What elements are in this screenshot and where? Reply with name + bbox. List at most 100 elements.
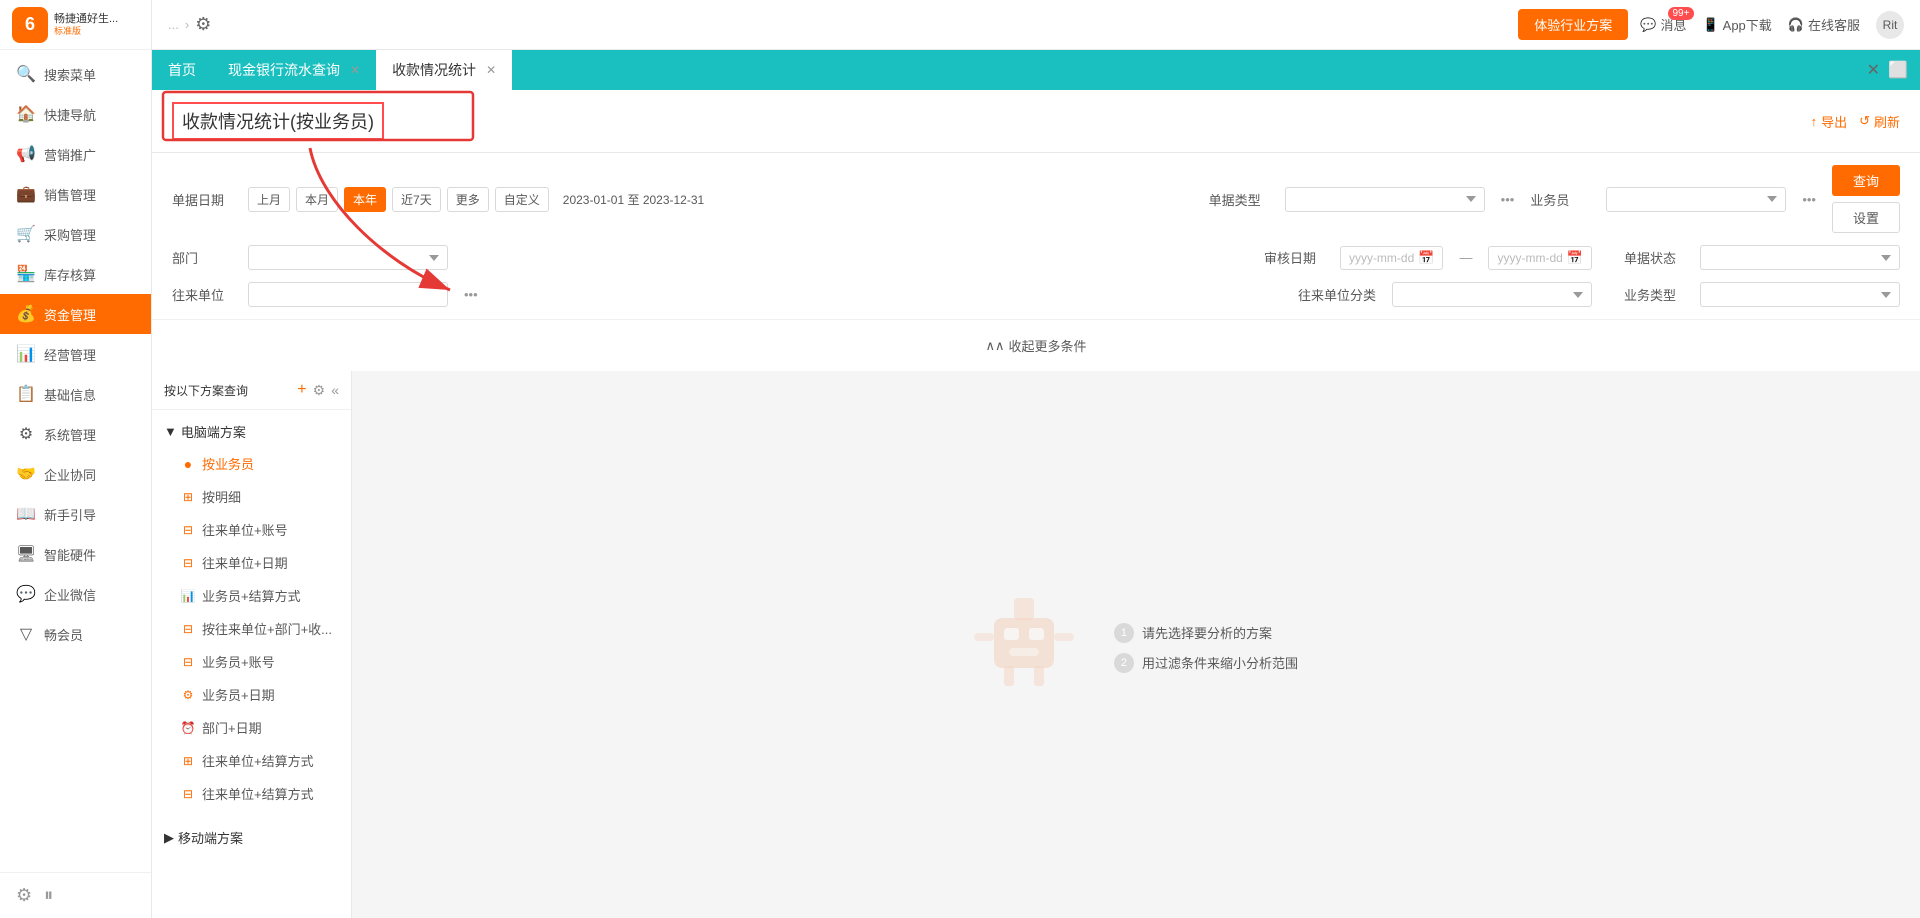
scheme-item-unit-account[interactable]: ⊟ 往来单位+账号 (152, 513, 351, 546)
date-btn-this-month[interactable]: 本月 (296, 187, 338, 212)
sidebar-footer: ⚙ ⏸ (0, 872, 151, 918)
collapse-icon: ∧∧ (985, 338, 1004, 354)
maximize-window-icon[interactable]: ⬜ (1888, 60, 1908, 80)
scheme-item-unit-dept-collect[interactable]: ⊟ 按往来单位+部门+收... (152, 612, 351, 645)
user-avatar[interactable]: Rit (1876, 11, 1904, 39)
sidebar-item-search[interactable]: 🔍 搜索菜单 (0, 54, 151, 94)
inventory-icon: 🏪 (16, 264, 36, 284)
bill-status-select[interactable] (1700, 245, 1900, 270)
sidebar-item-label: 企业微信 (44, 585, 96, 604)
sidebar-item-hardware[interactable]: 🖥 智能硬件 (0, 534, 151, 574)
scheme-item-salesman-account[interactable]: ⊟ 业务员+账号 (152, 645, 351, 678)
enterprise-icon: 🤝 (16, 464, 36, 484)
service-button[interactable]: 🎧 在线客服 (1788, 15, 1860, 34)
sidebar-item-label: 销售管理 (44, 185, 96, 204)
sidebar-item-enterprise[interactable]: 🤝 企业协同 (0, 454, 151, 494)
bill-type-select[interactable] (1285, 187, 1485, 212)
counterpart-more-icon[interactable]: ••• (464, 287, 478, 302)
tip-item-1: 1 请先选择要分析的方案 (1114, 623, 1298, 643)
scheme-item-by-salesman[interactable]: ● 按业务员 (152, 447, 351, 480)
collapse-button[interactable]: ∧∧ 收起更多条件 (985, 336, 1086, 355)
app-label: App下载 (1723, 15, 1772, 34)
date-btn-custom[interactable]: 自定义 (495, 187, 549, 212)
date-btn-last-month[interactable]: 上月 (248, 187, 290, 212)
settings-icon[interactable]: ⚙ (16, 885, 32, 906)
scheme-collapse-icon[interactable]: « (331, 382, 339, 398)
set-button[interactable]: 设置 (1832, 202, 1900, 233)
scheme-item-salesman-payment[interactable]: 📊 业务员+结算方式 (152, 579, 351, 612)
bill-type-more-icon[interactable]: ••• (1501, 192, 1515, 207)
tip-text-1: 请先选择要分析的方案 (1142, 623, 1272, 642)
trial-button[interactable]: 体验行业方案 (1518, 9, 1628, 40)
sidebar-item-label: 畅会员 (44, 625, 83, 644)
sidebar-item-member[interactable]: ▽ 畅会员 (0, 614, 151, 654)
sidebar-item-basics[interactable]: 📋 基础信息 (0, 374, 151, 414)
sidebar-item-guide[interactable]: 📖 新手引导 (0, 494, 151, 534)
sidebar-item-system[interactable]: ⚙ 系统管理 (0, 414, 151, 454)
salesman-select[interactable] (1606, 187, 1786, 212)
review-date-end[interactable]: yyyy-mm-dd 📅 (1488, 246, 1592, 270)
app-download-button[interactable]: 📱 App下载 (1702, 15, 1771, 34)
sidebar-item-sales[interactable]: 💼 销售管理 (0, 174, 151, 214)
salesman-select-wrapper (1606, 187, 1786, 212)
scheme-item-salesman-date[interactable]: ⚙ 业务员+日期 (152, 678, 351, 711)
date-btn-more[interactable]: 更多 (447, 187, 489, 212)
dept-select-wrapper (248, 245, 448, 270)
home-icon: 🏠 (16, 104, 36, 124)
sidebar-item-inventory[interactable]: 🏪 库存核算 (0, 254, 151, 294)
scheme-item-label: 部门+日期 (202, 718, 262, 737)
bill-status-select-wrapper (1700, 245, 1900, 270)
sidebar-item-wechat[interactable]: 💬 企业微信 (0, 574, 151, 614)
dept-select[interactable] (248, 245, 448, 270)
page-header: 收款情况统计(按业务员) ↑ 导出 ↺ 刷新 (152, 90, 1920, 153)
scheme-settings-icon[interactable]: ⚙ (313, 382, 326, 399)
sidebar-item-purchase[interactable]: 🛒 采购管理 (0, 214, 151, 254)
scheme-item-unit-pay1-icon: ⊞ (180, 753, 196, 769)
message-button[interactable]: 💬 消息 99+ (1640, 15, 1686, 34)
review-date-start[interactable]: yyyy-mm-dd 📅 (1340, 246, 1444, 270)
purchase-icon: 🛒 (16, 224, 36, 244)
scheme-item-active-icon: ● (180, 456, 196, 472)
sidebar-item-finance[interactable]: 💰 资金管理 (0, 294, 151, 334)
query-button[interactable]: 查询 (1832, 165, 1900, 196)
mobile-scheme-group-title[interactable]: ▶ 移动端方案 (152, 822, 351, 853)
sidebar-item-label: 经营管理 (44, 345, 96, 364)
salesman-more-icon[interactable]: ••• (1802, 192, 1816, 207)
scheme-item-by-detail[interactable]: ⊞ 按明细 (152, 480, 351, 513)
close-window-icon[interactable]: ✕ (1867, 60, 1880, 80)
scheme-add-icon[interactable]: + (297, 381, 306, 399)
tab-bank-flow-close[interactable]: ✕ (350, 63, 360, 77)
sidebar: 6 畅捷通好生... 标准版 🔍 搜索菜单 🏠 快捷导航 📢 营销推广 💼 销售… (0, 0, 152, 918)
tab-bank-flow[interactable]: 现金银行流水查询 ✕ (212, 50, 376, 90)
refresh-button[interactable]: ↺ 刷新 (1859, 112, 1900, 131)
tab-collection-stats-close[interactable]: ✕ (486, 63, 496, 77)
topbar-gear[interactable]: ⚙ (195, 14, 211, 35)
scheme-item-unit-payment-1[interactable]: ⊞ 往来单位+结算方式 (152, 744, 351, 777)
logo-text: 畅捷通好生... 标准版 (54, 12, 118, 38)
scheme-item-unit-date[interactable]: ⊟ 往来单位+日期 (152, 546, 351, 579)
date-btn-this-year[interactable]: 本年 (344, 187, 386, 212)
counterpart-class-select[interactable] (1392, 282, 1592, 307)
sidebar-item-marketing[interactable]: 📢 营销推广 (0, 134, 151, 174)
app-icon: 📱 (1702, 17, 1718, 33)
date-btn-7days[interactable]: 近7天 (392, 187, 441, 212)
scheme-item-unit-payment-2[interactable]: ⊟ 往来单位+结算方式 (152, 777, 351, 810)
sidebar-item-operations[interactable]: 📊 经营管理 (0, 334, 151, 374)
counterpart-input[interactable] (248, 282, 448, 307)
desktop-scheme-group-title[interactable]: ▼ 电脑端方案 (152, 416, 351, 447)
tab-collection-stats[interactable]: 收款情况统计 ✕ (376, 50, 512, 90)
sidebar-item-quicknav[interactable]: 🏠 快捷导航 (0, 94, 151, 134)
export-button[interactable]: ↑ 导出 (1811, 112, 1848, 131)
tip-item-2: 2 用过滤条件来缩小分析范围 (1114, 653, 1298, 673)
counterpart-input-wrapper (248, 282, 448, 307)
biz-type-select[interactable] (1700, 282, 1900, 307)
body-area: 按以下方案查询 + ⚙ « ▼ 电脑端方案 ● 按业务员 (152, 371, 1920, 918)
tab-home[interactable]: 首页 (152, 50, 212, 90)
tip-num-2: 2 (1114, 653, 1134, 673)
filter-row-2: 部门 审核日期 yyyy-mm-dd 📅 — yyyy-mm-dd 📅 (172, 245, 1900, 270)
main-area: ... › ⚙ 体验行业方案 💬 消息 99+ 📱 App下载 🎧 在线客服 R… (152, 0, 1920, 918)
bill-type-select-wrapper (1285, 187, 1485, 212)
scheme-item-dept-date[interactable]: ⏰ 部门+日期 (152, 711, 351, 744)
sidebar-nav: 🔍 搜索菜单 🏠 快捷导航 📢 营销推广 💼 销售管理 🛒 采购管理 🏪 库存核… (0, 50, 151, 872)
collapse-sidebar-icon[interactable]: ⏸ (44, 885, 53, 906)
